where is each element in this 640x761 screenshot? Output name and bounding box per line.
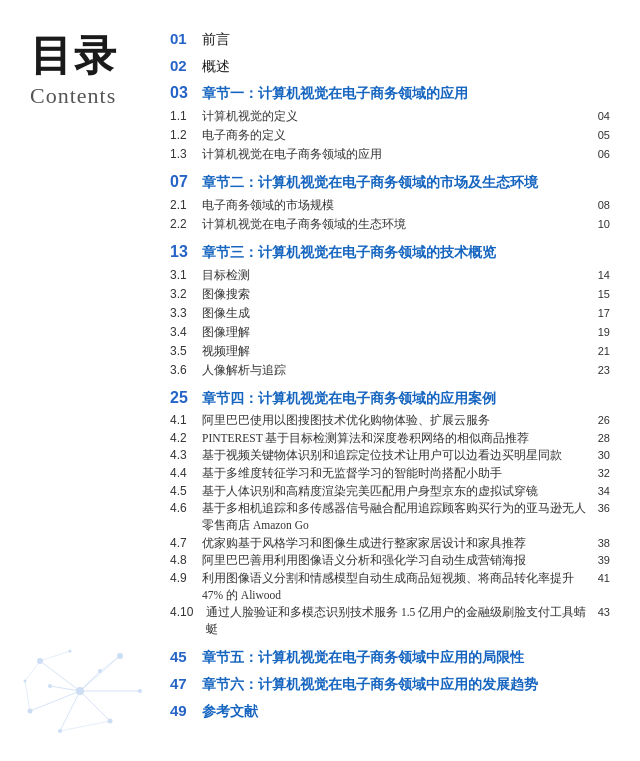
section-3-4: 3.4 图像理解 19 <box>170 323 610 341</box>
title-english: Contents <box>30 83 135 109</box>
section-3-3: 3.3 图像生成 17 <box>170 304 610 322</box>
section-2-2: 2.2 计算机视觉在电子商务领域的生态环境 10 <box>170 215 610 233</box>
toc-chapter-25: 25 章节四：计算机视觉在电子商务领域的应用案例 4.1 阿里巴巴使用以图搜图技… <box>170 389 610 638</box>
section-3-5: 3.5 视频理解 21 <box>170 342 610 360</box>
section-4-9: 4.9 利用图像语义分割和情感模型自动生成商品短视频、将商品转化率提升 47% … <box>170 570 610 603</box>
section-4-7: 4.7 优家购基于风格学习和图像生成进行整家家居设计和家具推荐 38 <box>170 535 610 552</box>
chapter-row-03: 03 章节一：计算机视觉在电子商务领域的应用 <box>170 84 610 103</box>
toc-item-49: 49 参考文献 <box>170 702 610 721</box>
chapter-title-47: 章节六：计算机视觉在电子商务领域中应用的发展趋势 <box>202 676 610 694</box>
chapter-title-07: 章节二：计算机视觉在电子商务领域的市场及生态环境 <box>202 174 610 192</box>
chapter-number-02: 02 <box>170 57 202 74</box>
title-chinese: 目录 <box>30 35 135 77</box>
chapter-title-49: 参考文献 <box>202 703 610 721</box>
section-4-6: 4.6 基于多相机追踪和多传感器信号融合配用追踪顾客购买行为的亚马逊无人零售商店… <box>170 500 610 533</box>
chapter-13-sections: 3.1 目标检测 14 3.2 图像搜索 15 3.3 图像生成 17 3.4 … <box>170 266 610 379</box>
chapter-row-07: 07 章节二：计算机视觉在电子商务领域的市场及生态环境 <box>170 173 610 192</box>
chapter-row-25: 25 章节四：计算机视觉在电子商务领域的应用案例 <box>170 389 610 408</box>
section-4-4: 4.4 基于多维度转征学习和无监督学习的智能时尚搭配小助手 32 <box>170 465 610 482</box>
chapter-number-13: 13 <box>170 243 202 261</box>
chapter-number-07: 07 <box>170 173 202 191</box>
svg-line-11 <box>40 661 80 691</box>
section-1-2: 1.2 电子商务的定义 05 <box>170 126 610 144</box>
chapter-number-25: 25 <box>170 389 202 407</box>
chapter-number-47: 47 <box>170 675 202 692</box>
chapter-title-02: 概述 <box>202 58 610 76</box>
section-3-2: 3.2 图像搜索 15 <box>170 285 610 303</box>
section-1-3: 1.3 计算机视觉在电子商务领域的应用 06 <box>170 145 610 163</box>
svg-line-19 <box>40 651 70 661</box>
chapter-title-03: 章节一：计算机视觉在电子商务领域的应用 <box>202 85 610 103</box>
svg-line-15 <box>60 691 80 731</box>
chapter-25-sections: 4.1 阿里巴巴使用以图搜图技术优化购物体验、扩展云服务 26 4.2 PINT… <box>170 412 610 638</box>
chapter-07-sections: 2.1 电子商务领域的市场规模 08 2.2 计算机视觉在电子商务领域的生态环境… <box>170 196 610 233</box>
svg-line-21 <box>100 656 120 671</box>
section-4-2: 4.2 PINTEREST 基于目标检测算法和深度卷积网络的相似商品推荐 28 <box>170 430 610 447</box>
section-4-10: 4.10 通过人脸验证和多模态识别技术服务 1.5 亿用户的金融级刷脸支付工具蜻… <box>170 604 610 637</box>
section-3-1: 3.1 目标检测 14 <box>170 266 610 284</box>
svg-line-23 <box>60 721 110 731</box>
toc-item-45: 45 章节五：计算机视觉在电子商务领域中应用的局限性 <box>170 648 610 667</box>
toc-main: 01 前言 02 概述 03 章节一：计算机视觉在电子商务领域的应用 1.1 计… <box>155 0 640 761</box>
sidebar: 目录 Contents <box>0 0 155 761</box>
svg-line-17 <box>50 686 80 691</box>
section-1-1: 1.1 计算机视觉的定义 04 <box>170 107 610 125</box>
chapter-number-01: 01 <box>170 30 202 47</box>
toc-item-02: 02 概述 <box>170 57 610 76</box>
page: 目录 Contents <box>0 0 640 761</box>
section-3-6: 3.6 人像解析与追踪 23 <box>170 361 610 379</box>
chapter-title-25: 章节四：计算机视觉在电子商务领域的应用案例 <box>202 390 610 408</box>
svg-line-13 <box>30 691 80 711</box>
chapter-title-45: 章节五：计算机视觉在电子商务领域中应用的局限性 <box>202 649 610 667</box>
section-4-3: 4.3 基于视频关键物体识别和追踪定位技术让用户可以边看边买明星同款 30 <box>170 447 610 464</box>
svg-line-18 <box>80 671 100 691</box>
decorative-network-graph <box>10 631 150 751</box>
chapter-row-13: 13 章节三：计算机视觉在电子商务领域的技术概览 <box>170 243 610 262</box>
toc-chapter-07: 07 章节二：计算机视觉在电子商务领域的市场及生态环境 2.1 电子商务领域的市… <box>170 173 610 233</box>
toc-chapter-13: 13 章节三：计算机视觉在电子商务领域的技术概览 3.1 目标检测 14 3.2… <box>170 243 610 379</box>
section-2-1: 2.1 电子商务领域的市场规模 08 <box>170 196 610 214</box>
chapter-number-03: 03 <box>170 84 202 102</box>
chapter-title-13: 章节三：计算机视觉在电子商务领域的技术概览 <box>202 244 610 262</box>
svg-line-22 <box>25 681 30 711</box>
section-4-1: 4.1 阿里巴巴使用以图搜图技术优化购物体验、扩展云服务 26 <box>170 412 610 429</box>
svg-line-14 <box>80 691 110 721</box>
chapter-title-01: 前言 <box>202 31 610 49</box>
chapter-number-49: 49 <box>170 702 202 719</box>
section-4-8: 4.8 阿里巴巴善用利用图像语义分析和强化学习自动生成营销海报 39 <box>170 552 610 569</box>
svg-line-12 <box>80 656 120 691</box>
chapter-number-45: 45 <box>170 648 202 665</box>
section-4-5: 4.5 基于人体识别和高精度渲染完美匹配用户身型京东的虚拟试穿镜 34 <box>170 483 610 500</box>
toc-chapter-03: 03 章节一：计算机视觉在电子商务领域的应用 1.1 计算机视觉的定义 04 1… <box>170 84 610 163</box>
toc-item-01: 01 前言 <box>170 30 610 49</box>
chapter-03-sections: 1.1 计算机视觉的定义 04 1.2 电子商务的定义 05 1.3 计算机视觉… <box>170 107 610 163</box>
toc-item-47: 47 章节六：计算机视觉在电子商务领域中应用的发展趋势 <box>170 675 610 694</box>
svg-line-20 <box>25 661 40 681</box>
